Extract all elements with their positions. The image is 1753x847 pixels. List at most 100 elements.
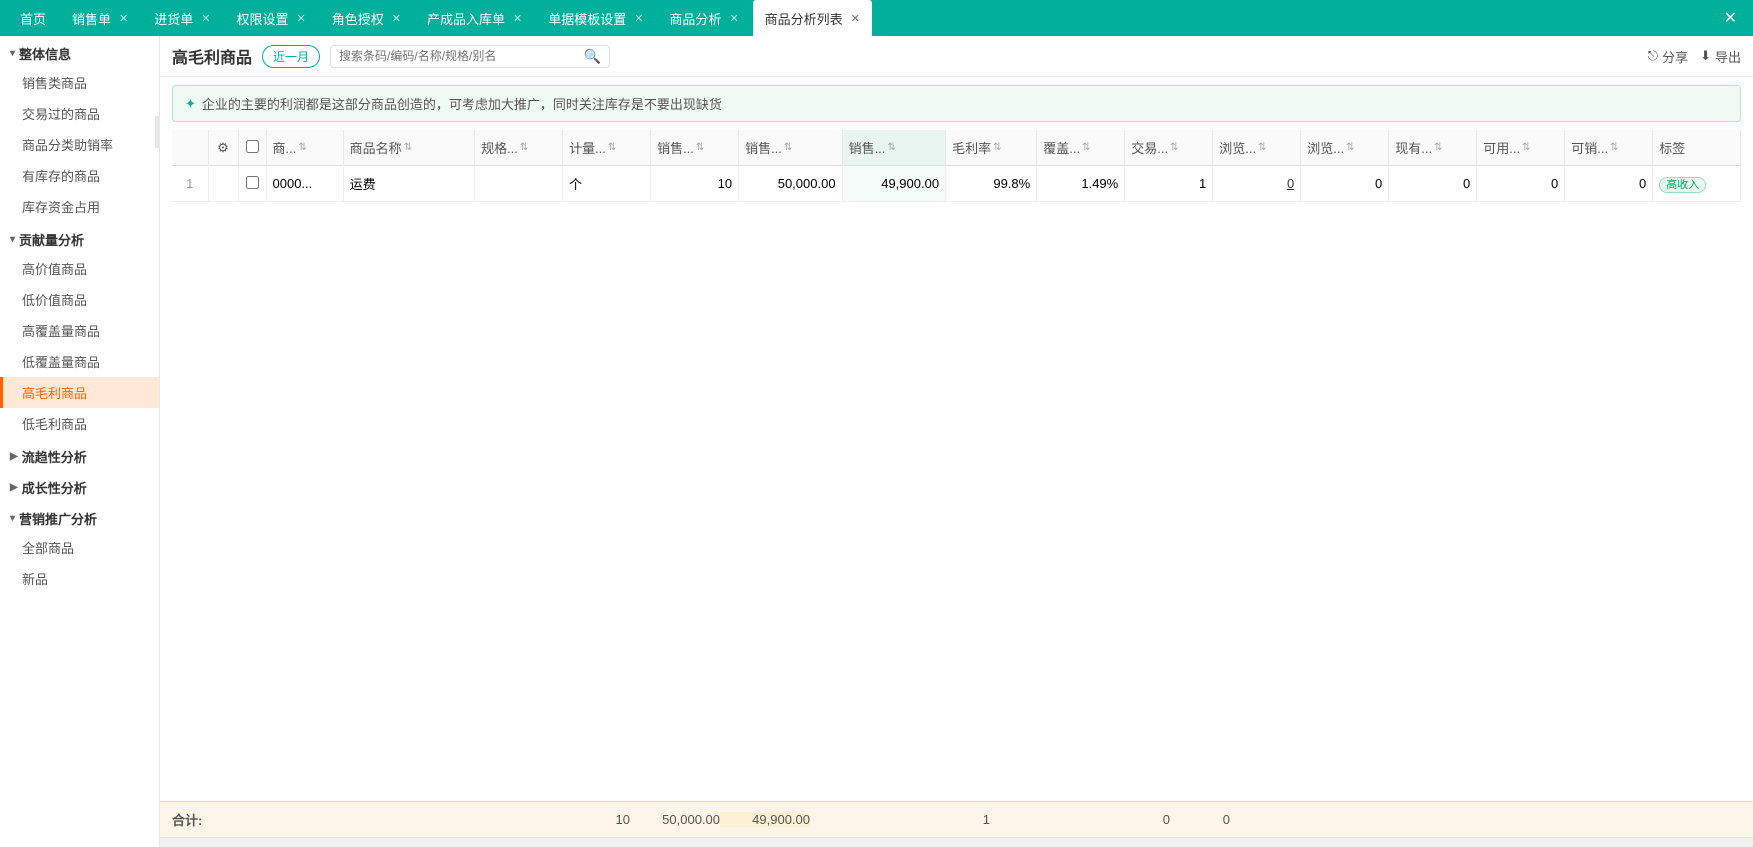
row-gross-margin-cell: 99.8% bbox=[946, 166, 1037, 202]
col-unit-header[interactable]: 计量... ⇅ bbox=[563, 130, 651, 166]
nav-close-template[interactable]: ✕ bbox=[634, 12, 643, 25]
sidebar-group-growth[interactable]: ▶ 成长性分析 bbox=[0, 470, 159, 501]
share-button[interactable]: ⎋ 分享 bbox=[1648, 47, 1688, 66]
sidebar-group-overall[interactable]: ▾ 整体信息 bbox=[0, 36, 159, 67]
select-all-checkbox[interactable] bbox=[246, 140, 259, 153]
window-close-button[interactable]: ✕ bbox=[1716, 8, 1745, 28]
content-header: 高毛利商品 近一月 🔍 ⎋ 分享 ⬇ 导出 bbox=[160, 36, 1753, 77]
info-banner: ✦ 企业的主要的利润都是这部分商品创造的，可考虑加大推广，同时关注库存是不要出现… bbox=[172, 85, 1741, 122]
nav-home[interactable]: 首页 bbox=[8, 0, 58, 36]
sidebar-item-category-sales-rate[interactable]: 商品分类助销率 bbox=[0, 129, 159, 160]
col-spec-header[interactable]: 规格... ⇅ bbox=[475, 130, 563, 166]
col-name-header[interactable]: 商品名称 ⇅ bbox=[343, 130, 474, 166]
search-box: 🔍 bbox=[330, 45, 610, 68]
col-sale-amount-header[interactable]: 销售... ⇅ bbox=[739, 130, 843, 166]
row-checkbox-cell[interactable] bbox=[238, 166, 266, 202]
sidebar-item-stock-goods[interactable]: 有库存的商品 bbox=[0, 160, 159, 191]
sort-profit-icon: ⇅ bbox=[887, 142, 895, 153]
arrow-marketing: ▾ bbox=[10, 513, 15, 524]
nav-close-role-auth[interactable]: ✕ bbox=[392, 12, 401, 25]
col-available-header[interactable]: 可用... ⇅ bbox=[1477, 130, 1565, 166]
sort-browse2-icon: ⇅ bbox=[1346, 142, 1354, 153]
sidebar-item-high-coverage[interactable]: 高覆盖量商品 bbox=[0, 315, 159, 346]
row-sale-profit-cell: 49,900.00 bbox=[842, 166, 946, 202]
nav-close-analysis-list[interactable]: ✕ bbox=[851, 12, 860, 25]
row-coverage-cell: 1.49% bbox=[1037, 166, 1125, 202]
sidebar-item-high-margin[interactable]: 高毛利商品 bbox=[0, 377, 159, 408]
sort-browse1-icon: ⇅ bbox=[1258, 142, 1266, 153]
sidebar-item-new-goods[interactable]: 新品 bbox=[0, 563, 159, 594]
sidebar-item-high-value[interactable]: 高价值商品 bbox=[0, 253, 159, 284]
nav-purchase-order[interactable]: 进货单 ✕ bbox=[142, 0, 222, 36]
export-button[interactable]: ⬇ 导出 bbox=[1700, 47, 1741, 66]
sidebar-item-low-coverage[interactable]: 低覆盖量商品 bbox=[0, 346, 159, 377]
search-icon[interactable]: 🔍 bbox=[584, 48, 601, 65]
arrow-contribution: ▾ bbox=[10, 234, 15, 245]
settings-icon[interactable]: ⚙ bbox=[217, 140, 229, 155]
horizontal-scrollbar[interactable] bbox=[160, 837, 1753, 847]
page-title: 高毛利商品 bbox=[172, 44, 252, 68]
arrow-flow: ▶ bbox=[10, 451, 18, 462]
sort-sale-count-icon: ⇅ bbox=[696, 142, 704, 153]
sidebar-item-traded-goods[interactable]: 交易过的商品 bbox=[0, 98, 159, 129]
row-browse1-cell[interactable]: 0 bbox=[1213, 166, 1301, 202]
sidebar-item-low-margin[interactable]: 低毛利商品 bbox=[0, 408, 159, 439]
sort-name-icon: ⇅ bbox=[404, 142, 412, 153]
sidebar-item-all-goods[interactable]: 全部商品 bbox=[0, 532, 159, 563]
sort-current-stock-icon: ⇅ bbox=[1434, 142, 1442, 153]
row-sale-amount-cell: 50,000.00 bbox=[739, 166, 843, 202]
header-actions: ⎋ 分享 ⬇ 导出 bbox=[1648, 47, 1741, 66]
row-name-cell[interactable]: 运费 bbox=[343, 166, 474, 202]
col-current-stock-header[interactable]: 现有... ⇅ bbox=[1389, 130, 1477, 166]
nav-product-analysis[interactable]: 商品分析 ✕ bbox=[657, 0, 750, 36]
sidebar-item-low-value[interactable]: 低价值商品 bbox=[0, 284, 159, 315]
sort-sellable-icon: ⇅ bbox=[1610, 142, 1618, 153]
col-browse2-header[interactable]: 浏览... ⇅ bbox=[1301, 130, 1389, 166]
sort-unit-icon: ⇅ bbox=[608, 142, 616, 153]
nav-sales-order[interactable]: 销售单 ✕ bbox=[60, 0, 140, 36]
time-filter-button[interactable]: 近一月 bbox=[262, 45, 320, 68]
nav-product-inbound[interactable]: 产成品入库单 ✕ bbox=[415, 0, 534, 36]
nav-role-auth[interactable]: 角色授权 ✕ bbox=[320, 0, 413, 36]
col-sale-profit-header[interactable]: 销售... ⇅ bbox=[842, 130, 946, 166]
row-spec-cell bbox=[475, 166, 563, 202]
sidebar-item-stock-capital[interactable]: 库存资金占用 bbox=[0, 191, 159, 222]
search-input[interactable] bbox=[339, 49, 584, 63]
nav-close-sales-order[interactable]: ✕ bbox=[119, 12, 128, 25]
footer-sale-profit: 49,900.00 bbox=[720, 812, 810, 827]
table-header-row: ⚙ 商... ⇅ 商品名称 bbox=[172, 130, 1741, 166]
nav-template-settings[interactable]: 单据模板设置 ✕ bbox=[536, 0, 655, 36]
col-gross-margin-header[interactable]: 毛利率 ⇅ bbox=[946, 130, 1037, 166]
nav-close-purchase-order[interactable]: ✕ bbox=[201, 12, 210, 25]
col-browse1-header[interactable]: 浏览... ⇅ bbox=[1213, 130, 1301, 166]
sidebar-group-marketing[interactable]: ▾ 营销推广分析 bbox=[0, 501, 159, 532]
col-sellable-header[interactable]: 可销... ⇅ bbox=[1565, 130, 1653, 166]
row-unit-cell: 个 bbox=[563, 166, 651, 202]
table-container: ⚙ 商... ⇅ 商品名称 bbox=[160, 130, 1753, 801]
nav-product-analysis-list[interactable]: 商品分析列表 ✕ bbox=[753, 0, 872, 36]
row-code-cell: 0000... bbox=[266, 166, 343, 202]
arrow-growth: ▶ bbox=[10, 482, 18, 493]
nav-close-permission[interactable]: ✕ bbox=[297, 12, 306, 25]
nav-close-product-analysis[interactable]: ✕ bbox=[729, 12, 738, 25]
col-checkbox-header[interactable] bbox=[238, 130, 266, 166]
sort-available-icon: ⇅ bbox=[1522, 142, 1530, 153]
sidebar-item-sales-goods[interactable]: 销售类商品 bbox=[0, 67, 159, 98]
sort-margin-icon: ⇅ bbox=[993, 142, 1001, 153]
sidebar-group-flow[interactable]: ▶ 流趋性分析 bbox=[0, 439, 159, 470]
col-sale-count-header[interactable]: 销售... ⇅ bbox=[651, 130, 739, 166]
col-num bbox=[172, 130, 208, 166]
export-icon: ⬇ bbox=[1700, 48, 1711, 64]
col-transaction-header[interactable]: 交易... ⇅ bbox=[1125, 130, 1213, 166]
nav-permission-settings[interactable]: 权限设置 ✕ bbox=[224, 0, 317, 36]
row-checkbox[interactable] bbox=[246, 176, 259, 189]
col-tag-header[interactable]: 标签 bbox=[1653, 130, 1741, 166]
col-settings[interactable]: ⚙ bbox=[208, 130, 238, 166]
sidebar-group-contribution[interactable]: ▾ 贡献量分析 bbox=[0, 222, 159, 253]
nav-close-product-inbound[interactable]: ✕ bbox=[513, 12, 522, 25]
row-num: 1 bbox=[172, 166, 208, 202]
col-coverage-header[interactable]: 覆盖... ⇅ bbox=[1037, 130, 1125, 166]
row-available-cell: 0 bbox=[1477, 166, 1565, 202]
row-transaction-cell: 1 bbox=[1125, 166, 1213, 202]
col-code-header[interactable]: 商... ⇅ bbox=[266, 130, 343, 166]
